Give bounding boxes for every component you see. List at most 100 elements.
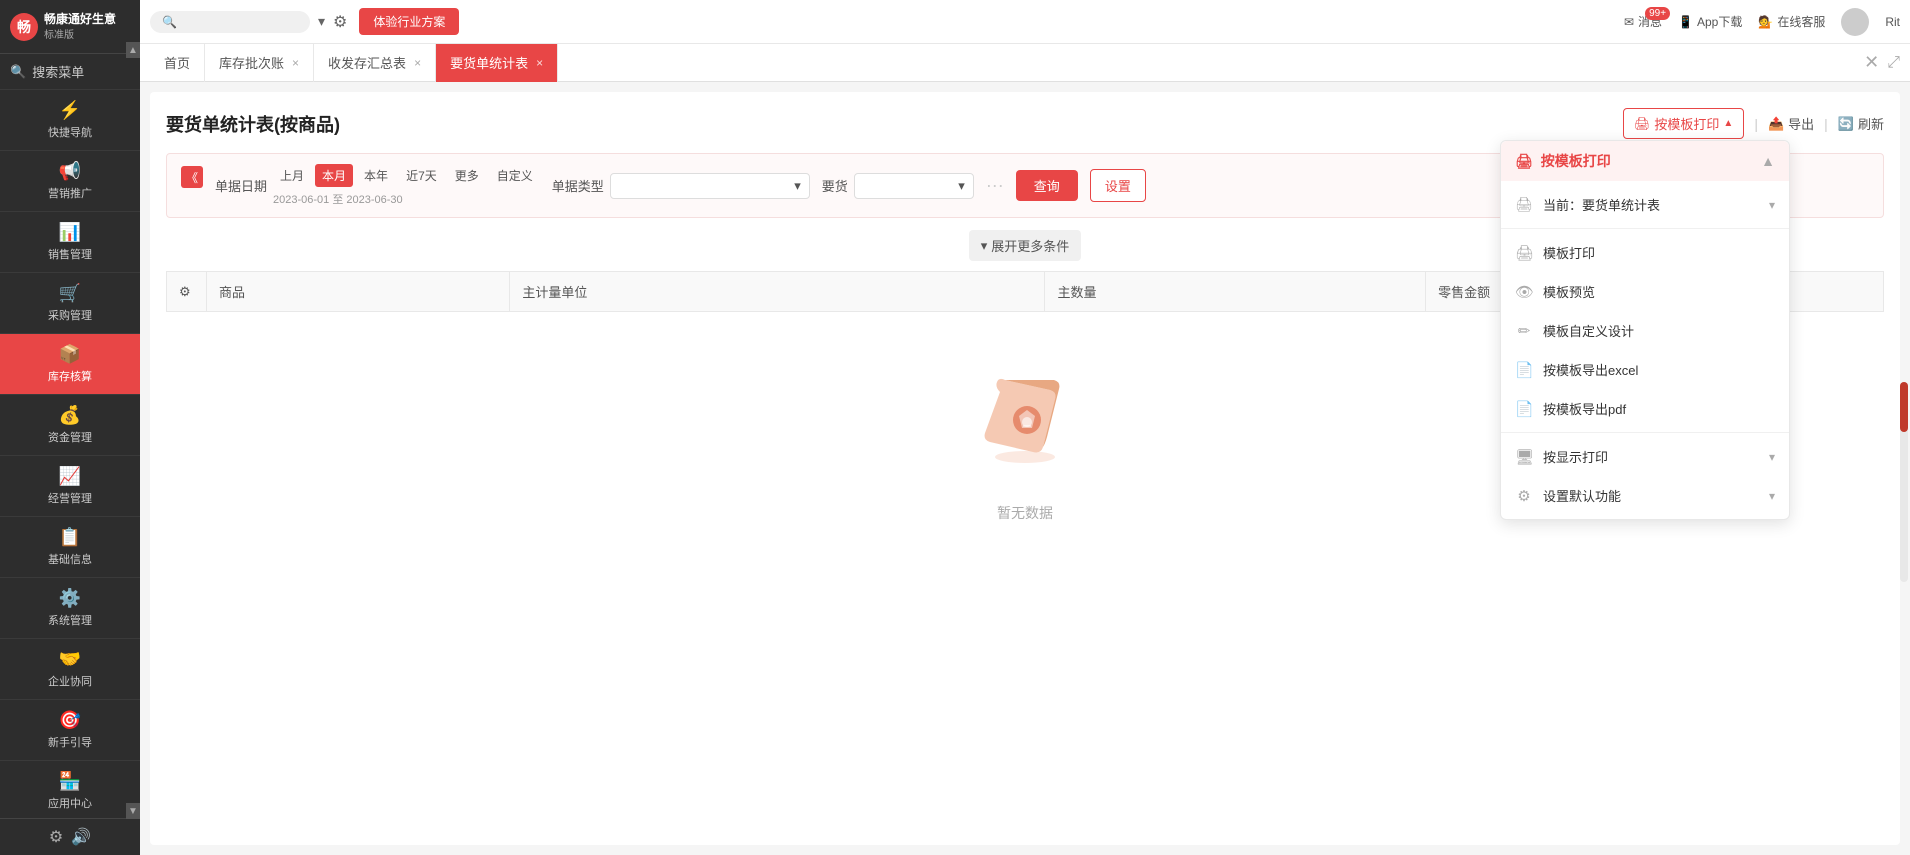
dropdown-set-default[interactable]: ⚙ 设置默认功能 ▾ — [1501, 476, 1789, 515]
logo-icon: 畅 — [10, 13, 38, 41]
topbar-online-service[interactable]: 💁 在线客服 — [1758, 13, 1825, 30]
sidebar-item-guide[interactable]: 🎯 新手引导 — [0, 700, 140, 761]
query-button[interactable]: 查询 — [1016, 170, 1078, 201]
dropdown-title: 按模板打印 — [1541, 151, 1611, 171]
sales-label: 销售管理 — [48, 246, 92, 262]
sidebar-bottom: ⚙ 🔊 — [0, 818, 140, 855]
expand-more-label: 展开更多条件 — [991, 236, 1069, 255]
date-btn-last-month[interactable]: 上月 — [273, 164, 311, 187]
avatar[interactable] — [1841, 8, 1869, 36]
table-header-quantity: 主数量 — [1045, 272, 1426, 312]
current-template-text: 当前：要货单统计表 — [1543, 195, 1759, 214]
sound-icon[interactable]: 🔊 — [71, 827, 91, 847]
dropdown-template-excel[interactable]: 📄 按模板导出excel — [1501, 350, 1789, 389]
sidebar-item-quick-nav[interactable]: ⚡ 快捷导航 — [0, 90, 140, 151]
print-label: 按模板打印 — [1654, 114, 1719, 133]
close-receipt-summary-icon[interactable]: × — [414, 56, 421, 70]
message-badge: 99+ — [1645, 7, 1670, 20]
settings-bottom-icon[interactable]: ⚙ — [49, 827, 63, 847]
date-btn-7days[interactable]: 近7天 — [399, 164, 444, 187]
print-arrow-icon: ▲ — [1723, 118, 1733, 129]
expand-more-button[interactable]: ▾ 展开更多条件 — [969, 230, 1082, 261]
print-button[interactable]: 🖨 按模板打印 ▲ — [1623, 108, 1744, 139]
date-btn-custom[interactable]: 自定义 — [490, 164, 540, 187]
tab-receipt-summary[interactable]: 收发存汇总表 × — [314, 44, 436, 82]
dropdown-template-pdf[interactable]: 📄 按模板导出pdf — [1501, 389, 1789, 428]
topbar-app-download[interactable]: 📱 App下载 — [1678, 13, 1742, 30]
template-excel-icon: 📄 — [1515, 361, 1533, 379]
sidebar-item-operations[interactable]: 📈 经营管理 — [0, 456, 140, 517]
yaohuo-arrow: ▾ — [958, 178, 965, 194]
filter-expand-button[interactable]: 《 — [181, 166, 203, 188]
inventory-icon: 📦 — [59, 344, 81, 365]
topbar-search-icon: 🔍 — [162, 15, 177, 29]
logo-subtitle: 标准版 — [44, 26, 116, 41]
settings-button[interactable]: 设置 — [1090, 169, 1146, 202]
topbar-gear-icon[interactable]: ⚙ — [333, 12, 347, 32]
topbar-messages[interactable]: ✉ 消息 99+ — [1624, 13, 1662, 30]
date-btn-this-month[interactable]: 本月 — [315, 164, 353, 187]
sidebar-logo[interactable]: 畅 畅康通好生意 标准版 — [0, 0, 140, 54]
sidebar-scroll-down[interactable]: ▼ — [126, 803, 140, 819]
type-select[interactable]: ▾ — [610, 173, 810, 199]
tabbar-close-all-icon[interactable]: ✕ — [1864, 52, 1879, 73]
print-icon: 🖨 — [1634, 116, 1651, 132]
table-settings-icon[interactable]: ⚙ — [179, 284, 191, 299]
action-divider2: | — [1824, 116, 1828, 132]
tab-batch-account[interactable]: 库存批次账 × — [205, 44, 314, 82]
dropdown-template-print[interactable]: 🖨 模板打印 — [1501, 233, 1789, 272]
yaohuo-select[interactable]: ▾ — [854, 173, 974, 199]
dropdown-collapse-icon[interactable]: ▲ — [1761, 153, 1775, 169]
message-icon: ✉ — [1624, 15, 1634, 29]
dropdown-current-template[interactable]: 🖨 模板打印 当前：要货单统计表 ▾ — [1501, 185, 1789, 224]
table-header-unit: 主计量单位 — [510, 272, 1045, 312]
dropdown-display-print[interactable]: 🖥 按显示打印 ▾ — [1501, 437, 1789, 476]
template-custom-label: 模板自定义设计 — [1543, 321, 1775, 340]
filter-date-item: 单据日期 上月 本月 本年 近7天 更多 自定义 2023-06-01 至 20… — [215, 164, 540, 207]
current-template-arrow: ▾ — [1769, 198, 1775, 212]
template-excel-label: 按模板导出excel — [1543, 360, 1775, 379]
tab-home[interactable]: 首页 — [150, 44, 205, 82]
sidebar-item-app[interactable]: 🏪 应用中心 — [0, 761, 140, 818]
export-label: 导出 — [1788, 114, 1814, 133]
export-button[interactable]: 📤 导出 — [1768, 114, 1814, 133]
topbar-search-box[interactable]: 🔍 — [150, 11, 310, 33]
date-group: 上月 本月 本年 近7天 更多 自定义 2023-06-01 至 2023-06… — [273, 164, 540, 207]
close-batch-account-icon[interactable]: × — [292, 56, 299, 70]
table-header-settings[interactable]: ⚙ — [167, 272, 207, 312]
set-default-arrow: ▾ — [1769, 489, 1775, 503]
topbar-dropdown-icon[interactable]: ▾ — [318, 13, 325, 30]
username-label: Rit — [1885, 15, 1900, 29]
tab-order-stats[interactable]: 要货单统计表 × — [436, 44, 558, 82]
sidebar-item-sales[interactable]: 📊 销售管理 — [0, 212, 140, 273]
more-options-icon[interactable]: ··· — [986, 175, 1004, 196]
display-print-label: 按显示打印 — [1543, 447, 1759, 466]
dropdown-template-preview[interactable]: 👁 模板预览 — [1501, 272, 1789, 311]
sidebar-item-finance[interactable]: 💰 资金管理 — [0, 395, 140, 456]
date-btn-this-year[interactable]: 本年 — [357, 164, 395, 187]
trial-button[interactable]: 体验行业方案 — [359, 8, 459, 35]
dropdown-template-custom[interactable]: ✏ 模板自定义设计 — [1501, 311, 1789, 350]
page-title: 要货单统计表(按商品) — [166, 111, 340, 137]
sidebar-item-inventory[interactable]: 📦 库存核算 — [0, 334, 140, 395]
refresh-button[interactable]: 🔄 刷新 — [1838, 114, 1884, 133]
refresh-label: 刷新 — [1858, 114, 1884, 133]
template-preview-icon: 👁 — [1515, 283, 1533, 301]
guide-label: 新手引导 — [48, 734, 92, 750]
sidebar-search[interactable]: 🔍 搜索菜单 — [0, 54, 140, 90]
empty-icon — [975, 372, 1075, 491]
sidebar-item-basic[interactable]: 📋 基础信息 — [0, 517, 140, 578]
sidebar-item-marketing[interactable]: 📢 营销推广 — [0, 151, 140, 212]
sidebar-item-collab[interactable]: 🤝 企业协同 — [0, 639, 140, 700]
sidebar-scroll-up[interactable]: ▲ — [126, 42, 140, 58]
collab-label: 企业协同 — [48, 673, 92, 689]
topbar-right: ✉ 消息 99+ 📱 App下载 💁 在线客服 Rit — [1624, 8, 1900, 36]
page-header: 要货单统计表(按商品) 🖨 按模板打印 ▲ | 📤 导出 | 🔄 — [166, 108, 1884, 139]
set-default-label: 设置默认功能 — [1543, 486, 1759, 505]
sidebar-item-system[interactable]: ⚙️ 系统管理 — [0, 578, 140, 639]
sidebar-item-purchase[interactable]: 🛒 采购管理 — [0, 273, 140, 334]
date-btn-more[interactable]: 更多 — [448, 164, 486, 187]
right-scrollbar[interactable] — [1900, 382, 1908, 582]
tabbar-expand-icon[interactable]: ⤢ — [1887, 54, 1900, 72]
close-order-stats-icon[interactable]: × — [536, 56, 543, 70]
